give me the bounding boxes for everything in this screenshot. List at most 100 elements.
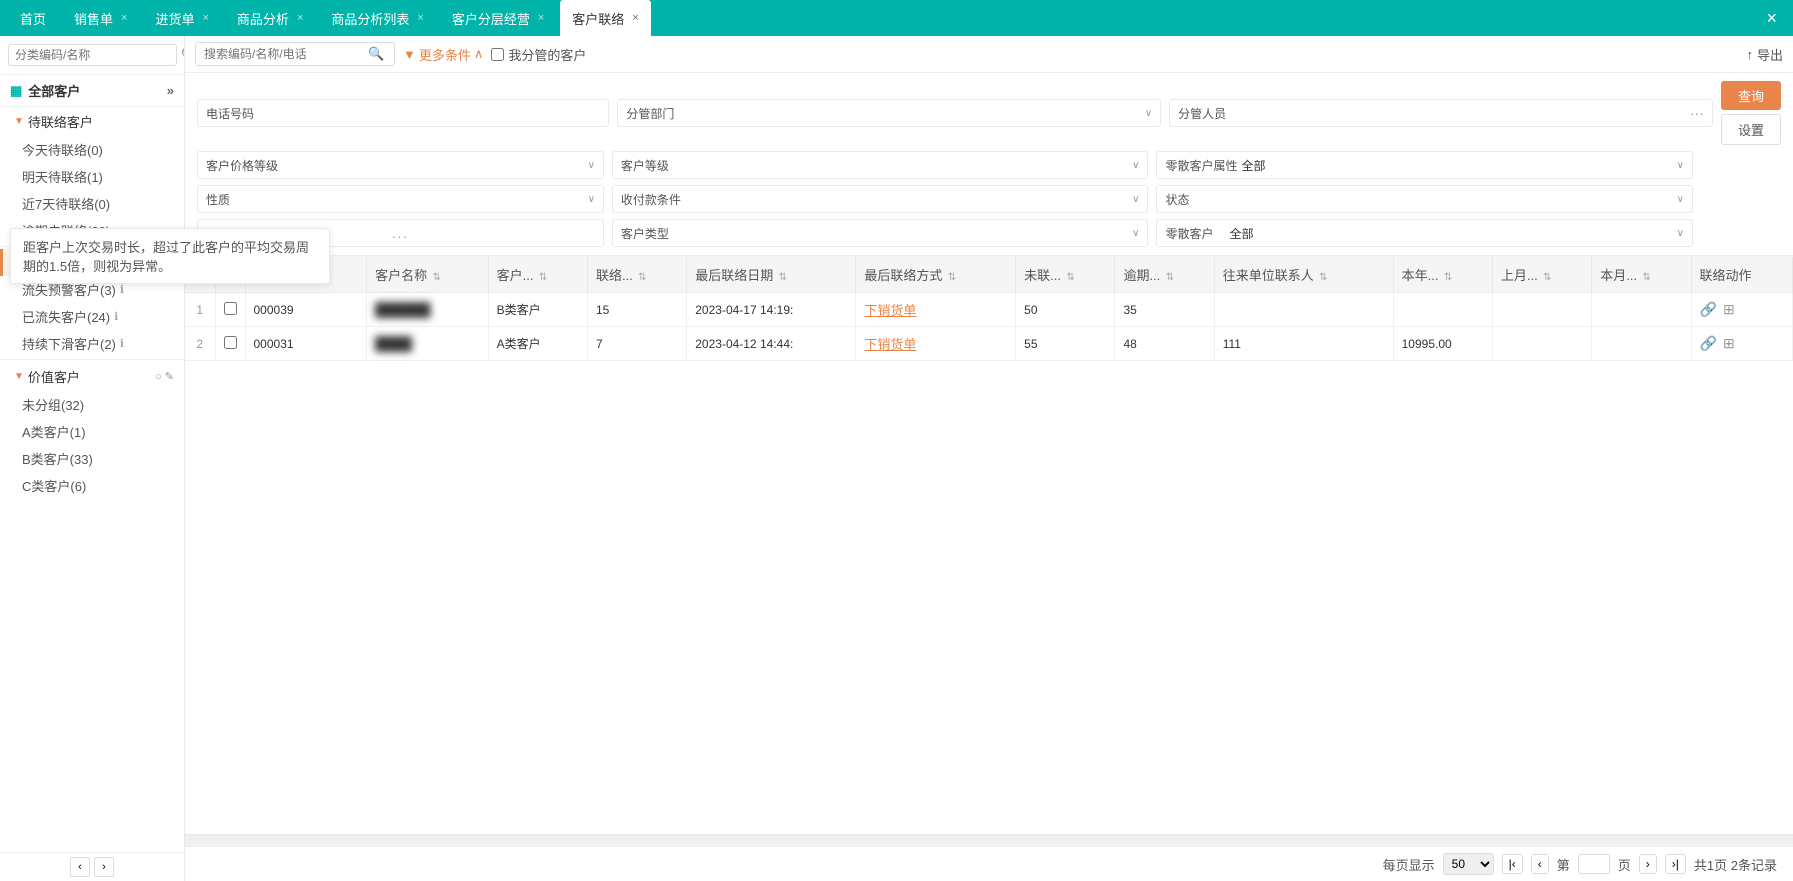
row-1-name-blurred: ██████ xyxy=(375,302,430,317)
export-label: 导出 xyxy=(1757,45,1783,64)
filter-status[interactable]: 状态 ∨ xyxy=(1156,185,1693,213)
filter-customer-level[interactable]: 客户等级 ∨ xyxy=(612,151,1149,179)
th-last-month[interactable]: 上月... ⇅ xyxy=(1492,257,1591,293)
sidebar-item-tomorrow[interactable]: 明天待联络(1) xyxy=(0,163,184,190)
row-1-link-icon[interactable]: 🔗 xyxy=(1700,301,1717,318)
all-customers-label: 全部客户 xyxy=(28,81,80,100)
search-input[interactable] xyxy=(204,47,364,61)
th-contact-count[interactable]: 联络... ⇅ xyxy=(587,257,686,293)
nav-close-customer-segment[interactable]: × xyxy=(538,12,544,24)
settings-button[interactable]: 设置 xyxy=(1721,114,1781,145)
nav-item-customer-contact[interactable]: 客户联络 × xyxy=(560,0,650,36)
row-1-code: 000039 xyxy=(245,293,367,327)
value-group-edit-icon[interactable]: ○ ✎ xyxy=(155,370,174,383)
filter-gender[interactable]: 性质 ∨ xyxy=(197,185,604,213)
prev-page-btn[interactable]: ‹ xyxy=(1531,854,1549,874)
search-icon[interactable]: 🔍 xyxy=(368,46,384,62)
row-1-method-link[interactable]: 下销货单 xyxy=(864,303,916,318)
row-1-contact-count: 15 xyxy=(587,293,686,327)
row-2-type: A类客户 xyxy=(488,327,587,361)
sort-icon-lastmonth: ⇅ xyxy=(1543,272,1551,283)
sidebar-item-declining[interactable]: 持续下滑客户(2) ℹ xyxy=(0,330,184,357)
row-2-this-month xyxy=(1592,327,1691,361)
filter-retail-attr[interactable]: 零散客户属性 全部 ∨ xyxy=(1156,151,1693,179)
th-this-month[interactable]: 本月... ⇅ xyxy=(1592,257,1691,293)
filter-payment[interactable]: 收付款条件 ∨ xyxy=(612,185,1149,213)
status-filter-arrow: ∨ xyxy=(1677,194,1684,205)
nav-item-sales[interactable]: 销售单 × xyxy=(62,0,139,36)
th-customer-name[interactable]: 客户名称 ⇅ xyxy=(367,257,489,293)
row-1-grid-icon[interactable]: ⊞ xyxy=(1723,301,1735,318)
horizontal-scrollbar[interactable] xyxy=(185,834,1793,846)
row-2-code: 000031 xyxy=(245,327,367,361)
top-nav: 首页 销售单 × 进货单 × 商品分析 × 商品分析列表 × 客户分层经营 × … xyxy=(0,0,1793,36)
nav-item-home[interactable]: 首页 xyxy=(8,0,58,36)
row-checkbox-1[interactable] xyxy=(215,293,245,327)
filter-phone[interactable]: 电话号码 xyxy=(197,99,609,127)
th-overdue[interactable]: 逾期... ⇅ xyxy=(1115,257,1214,293)
nav-close-sales[interactable]: × xyxy=(121,12,127,24)
th-year-amount[interactable]: 本年... ⇅ xyxy=(1393,257,1492,293)
row-2-last-method[interactable]: 下销货单 xyxy=(856,327,1016,361)
row-2-last-month xyxy=(1492,327,1591,361)
th-unit-contact[interactable]: 往来单位联系人 ⇅ xyxy=(1214,257,1393,293)
sidebar-next-btn[interactable]: › xyxy=(94,857,114,877)
retail-attr-label: 零散客户属性 xyxy=(1165,157,1237,174)
sidebar-item-b-class[interactable]: B类客户(33) xyxy=(0,445,184,472)
sidebar-group-value[interactable]: ▼ 价值客户 ○ ✎ xyxy=(0,362,184,391)
export-icon: ↑ xyxy=(1746,47,1753,62)
row-checkbox-2[interactable] xyxy=(215,327,245,361)
nav-item-customer-segment[interactable]: 客户分层经营 × xyxy=(440,0,556,36)
row-2-method-link[interactable]: 下销货单 xyxy=(864,337,916,352)
sidebar-collapse-btn[interactable]: » xyxy=(167,83,174,98)
query-button[interactable]: 查询 xyxy=(1721,81,1781,110)
row-2-overdue: 48 xyxy=(1115,327,1214,361)
filter-dept[interactable]: 分管部门 ∨ xyxy=(617,99,1161,127)
page-input[interactable]: 1 xyxy=(1578,854,1610,874)
th-customer-type[interactable]: 客户... ⇅ xyxy=(488,257,587,293)
nav-item-purchase[interactable]: 进货单 × xyxy=(143,0,220,36)
row-1-last-method[interactable]: 下销货单 xyxy=(856,293,1016,327)
row-2-link-icon[interactable]: 🔗 xyxy=(1700,335,1717,352)
info-icon-churn-warning: ℹ xyxy=(120,283,124,296)
sidebar-item-a-class[interactable]: A类客户(1) xyxy=(0,418,184,445)
sidebar-group-pending[interactable]: ▼ 待联络客户 xyxy=(0,107,184,136)
nav-close-purchase[interactable]: × xyxy=(202,12,208,24)
export-button[interactable]: ↑ 导出 xyxy=(1746,45,1783,64)
more-conditions-btn[interactable]: ▼ 更多条件 ∧ xyxy=(403,45,483,64)
th-last-contact-method[interactable]: 最后联络方式 ⇅ xyxy=(856,257,1016,293)
nav-close-analysis-list[interactable]: × xyxy=(417,12,423,24)
nav-item-analysis[interactable]: 商品分析 × xyxy=(225,0,315,36)
row-1-checkbox[interactable] xyxy=(224,302,237,315)
row-1-name[interactable]: ██████ xyxy=(367,293,489,327)
row-2-name[interactable]: ████ xyxy=(367,327,489,361)
next-page-btn[interactable]: › xyxy=(1639,854,1657,874)
nav-close-customer-contact[interactable]: × xyxy=(632,12,638,24)
sidebar-prev-btn[interactable]: ‹ xyxy=(70,857,90,877)
sidebar-item-today[interactable]: 今天待联络(0) xyxy=(0,136,184,163)
my-customers-checkbox-area[interactable]: 我分管的客户 xyxy=(491,45,586,64)
my-customers-checkbox[interactable] xyxy=(491,48,504,61)
first-page-btn[interactable]: |‹ xyxy=(1502,854,1523,874)
sidebar-item-c-class[interactable]: C类客户(6) xyxy=(0,472,184,499)
sidebar-item-7days[interactable]: 近7天待联络(0) xyxy=(0,190,184,217)
sidebar-item-churned[interactable]: 已流失客户(24) ℹ xyxy=(0,303,184,330)
last-page-btn[interactable]: ›| xyxy=(1665,854,1686,874)
row-2-checkbox[interactable] xyxy=(224,336,237,349)
nav-close-analysis[interactable]: × xyxy=(297,12,303,24)
filter-customer-type[interactable]: 客户类型 ∨ xyxy=(612,219,1149,247)
nav-item-analysis-list[interactable]: 商品分析列表 × xyxy=(319,0,435,36)
per-page-select[interactable]: 50 100 200 xyxy=(1443,853,1494,875)
th-last-contact-date[interactable]: 最后联络日期 ⇅ xyxy=(687,257,856,293)
sidebar-item-ungrouped[interactable]: 未分组(32) xyxy=(0,391,184,418)
filter-manager[interactable]: 分管人员 ··· xyxy=(1169,99,1713,127)
filter-retail-customer[interactable]: 零散客户 全部 ∨ xyxy=(1156,219,1693,247)
manager-dots[interactable]: ··· xyxy=(1690,105,1704,121)
th-uncontacted[interactable]: 未联... ⇅ xyxy=(1016,257,1115,293)
price-level-arrow: ∨ xyxy=(588,160,595,171)
row-2-grid-icon[interactable]: ⊞ xyxy=(1723,335,1735,352)
filter-price-level[interactable]: 客户价格等级 ∨ xyxy=(197,151,604,179)
more-conditions-label: 更多条件 xyxy=(419,45,471,64)
window-close-button[interactable]: × xyxy=(1758,8,1785,29)
sidebar-search-input[interactable] xyxy=(8,44,177,66)
